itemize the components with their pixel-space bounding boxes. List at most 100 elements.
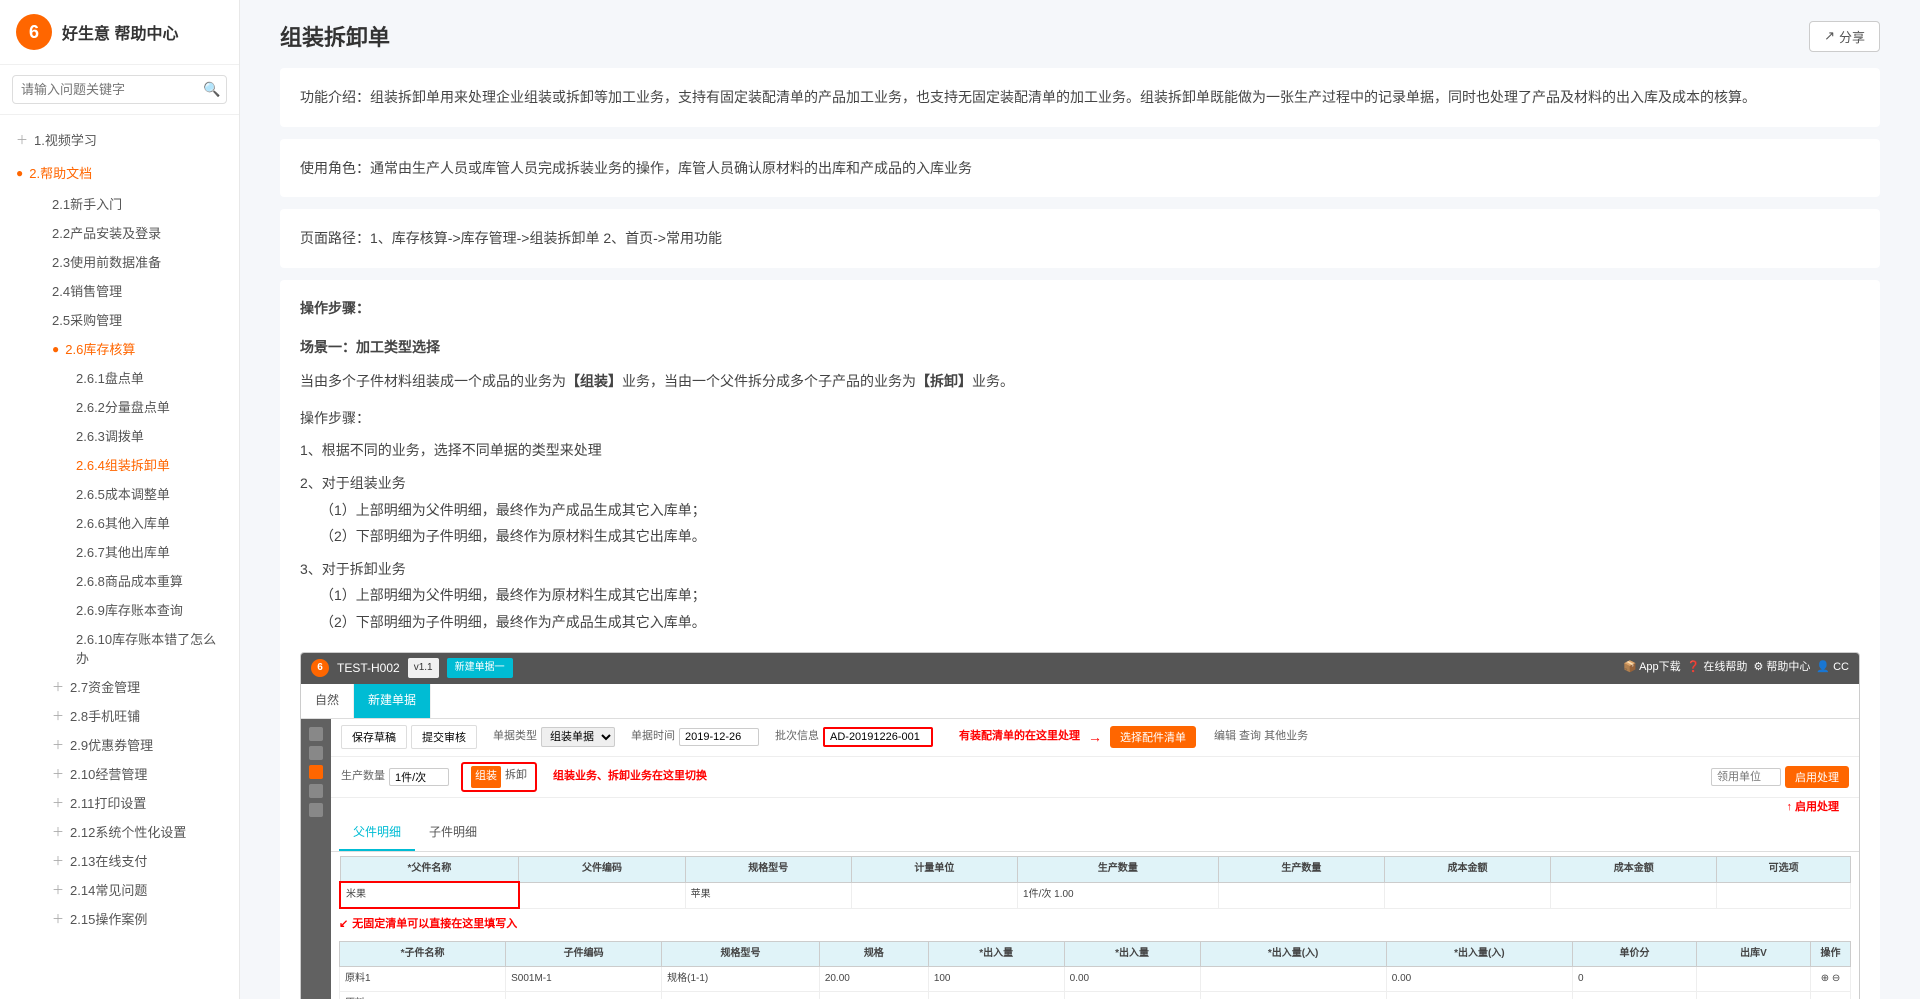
td-child-name-1: 原料1: [340, 966, 506, 991]
screenshot-container: 6 TEST-H002 v1.1 新建单据一 📦 App下载 ❓ 在线帮助 ⚙ …: [300, 652, 1860, 999]
ss-top-right: 📦 App下载 ❓ 在线帮助 ⚙ 帮助中心 👤 CC: [1623, 658, 1849, 678]
ss-tab-child[interactable]: 子件明细: [415, 817, 491, 851]
ss-doctype-select[interactable]: 组装单据 拆卸单据: [541, 727, 615, 747]
sidebar-item-211[interactable]: ＋ 2.11打印设置: [20, 788, 239, 817]
th-child-name: *子件名称: [340, 941, 506, 966]
ss-nav-icon-2: [309, 746, 323, 760]
ss-nav-tabs: 自然 新建单据: [301, 684, 1859, 719]
th-child-price: 单价分: [1572, 941, 1696, 966]
sidebar-item-videos[interactable]: ＋ 1.视频学习: [0, 123, 239, 156]
step2-sub1: （1）上部明细为父件明细，最终作为产成品生成其它入库单；: [320, 497, 1860, 524]
ss-left-nav: [301, 719, 331, 999]
sidebar: 6 好生意 帮助中心 🔍 ＋ 1.视频学习 ● 2.帮助文档 2.1新手入门 2…: [0, 0, 240, 999]
ss-logo: 6: [311, 659, 329, 677]
sidebar-item-266[interactable]: 2.6.6其他入库单: [36, 508, 239, 537]
sidebar-item-269[interactable]: 2.6.9库存账本查询: [36, 595, 239, 624]
sidebar-item-22[interactable]: 2.2产品安装及登录: [20, 218, 239, 247]
sidebar-item-265[interactable]: 2.6.5成本调整单: [36, 479, 239, 508]
ss-bottom-table-body: 原料1 S001M-1 规格(1-1) 20.00 100 0.00 0.00: [340, 966, 1851, 999]
td-child-spec2-2: 20.00: [819, 991, 928, 999]
ss-save-btn[interactable]: 保存草稿: [341, 725, 407, 749]
td-qty2: [1218, 882, 1384, 908]
td-child-qty3-1: [1200, 966, 1386, 991]
sidebar-item-docs[interactable]: ● 2.帮助文档: [0, 156, 239, 189]
td-spec: 苹果: [685, 882, 851, 908]
ss-unit-input[interactable]: [1711, 768, 1781, 786]
sidebar-item-214[interactable]: ＋ 2.14常见问题: [20, 875, 239, 904]
sidebar-item-268[interactable]: 2.6.8商品成本重算: [36, 566, 239, 595]
sidebar-item-215[interactable]: ＋ 2.15操作案例: [20, 904, 239, 933]
page-title: 组装拆卸单: [280, 20, 390, 52]
intro-path-block: 页面路径：1、库存核算->库存管理->组装拆卸单 2、首页->常用功能: [280, 209, 1880, 268]
logo-icon: 6: [16, 14, 52, 50]
td-child-qty1-2: [928, 991, 1064, 999]
ss-field-batch: 批次信息: [775, 727, 933, 747]
ss-form-area: 保存草稿 提交审核 单据类型 组装单据 拆卸单据: [331, 719, 1859, 999]
ss-new-doc-btn[interactable]: 新建单据一: [447, 658, 513, 678]
sidebar-item-261[interactable]: 2.6.1盘点单: [36, 363, 239, 392]
sidebar-item-29[interactable]: ＋ 2.9优惠券管理: [20, 730, 239, 759]
sidebar-item-212[interactable]: ＋ 2.12系统个性化设置: [20, 817, 239, 846]
ss-bottom-table: *子件名称 子件编码 规格型号 规格 *出入量 *出入量 *出入量(入) *出入…: [339, 941, 1851, 999]
sidebar-item-2610[interactable]: 2.6.10库存账本错了怎么办: [36, 624, 239, 672]
td-child-code-2: [506, 991, 662, 999]
ss-batch-input[interactable]: [823, 727, 933, 747]
ss-annotation-process: ↑ 启用处理: [331, 798, 1859, 818]
intro-role-text: 使用角色：通常由生产人员或库管人员完成拆装业务的操作，库管人员确认原材料的出库和…: [300, 155, 1860, 182]
th-child-qty4: *出入量(入): [1386, 941, 1572, 966]
td-unit: [851, 882, 1017, 908]
expand-icon-210: ＋: [52, 765, 64, 782]
main-content: 组装拆卸单 ↗ 分享 功能介绍：组装拆卸单用来处理企业组装或拆卸等加工业务，支持…: [240, 0, 1920, 999]
td-child-spec2-1: 20.00: [819, 966, 928, 991]
ss-submit-btn[interactable]: 提交审核: [411, 725, 477, 749]
td-child-spec-1: 规格(1-1): [662, 966, 820, 991]
td-parent-code: [519, 882, 685, 908]
scenario1-steps-title: 操作步骤：: [300, 405, 1860, 432]
ss-title-left: 6 TEST-H002 v1.1 新建单据一: [311, 658, 513, 680]
td-cost1: [1384, 882, 1550, 908]
td-child-qty2-2: 0.00: [1064, 991, 1200, 999]
ss-select-bom-btn[interactable]: 选择配件清单: [1110, 726, 1196, 748]
td-child-qty2-1: 0.00: [1064, 966, 1200, 991]
intro-path-text: 页面路径：1、库存核算->库存管理->组装拆卸单 2、首页->常用功能: [300, 225, 1860, 252]
sidebar-item-23[interactable]: 2.3使用前数据准备: [20, 247, 239, 276]
ss-tab-parent[interactable]: 父件明细: [339, 817, 415, 851]
td-child-qty3-2: 0.00: [1200, 991, 1386, 999]
ss-nav-icon-3: [309, 765, 323, 779]
td-child-price-2: 0: [1572, 991, 1696, 999]
expand-icon-27: ＋: [52, 678, 64, 695]
ss-nav-icon-4: [309, 784, 323, 798]
ss-qty-input[interactable]: [389, 768, 449, 786]
ss-appstore-icon: 📦 App下载: [1623, 658, 1681, 678]
ss-annotation-bom: ↙ 无固定清单可以直接在这里填写入: [331, 913, 1859, 937]
sidebar-item-210[interactable]: ＋ 2.10经营管理: [20, 759, 239, 788]
sidebar-item-267[interactable]: 2.6.7其他出库单: [36, 537, 239, 566]
ss-type-select-box[interactable]: 组装 拆卸: [461, 762, 537, 792]
sidebar-item-213[interactable]: ＋ 2.13在线支付: [20, 846, 239, 875]
search-box: 🔍: [12, 75, 227, 104]
ss-enable-area: 启用处理: [1711, 766, 1849, 788]
sidebar-item-24[interactable]: 2.4销售管理: [20, 276, 239, 305]
sidebar-item-263[interactable]: 2.6.3调拨单: [36, 421, 239, 450]
ss-tab-new-doc[interactable]: 新建单据: [354, 684, 431, 718]
sidebar-item-21[interactable]: 2.1新手入门: [20, 189, 239, 218]
ss-date-input[interactable]: [679, 728, 759, 746]
td-child-action-1: ⊕ ⊖: [1811, 966, 1851, 991]
expand-icon-215: ＋: [52, 910, 64, 927]
intro-feature-block: 功能介绍：组装拆卸单用来处理企业组装或拆卸等加工业务，支持有固定装配清单的产品加…: [280, 68, 1880, 127]
ss-tab-home[interactable]: 自然: [301, 684, 354, 718]
ss-process-btn[interactable]: 启用处理: [1785, 766, 1849, 788]
table-row-1: 原料1 S001M-1 规格(1-1) 20.00 100 0.00 0.00: [340, 966, 1851, 991]
sidebar-item-25[interactable]: 2.5采购管理: [20, 305, 239, 334]
sidebar-item-27[interactable]: ＋ 2.7资金管理: [20, 672, 239, 701]
sidebar-item-26[interactable]: ● 2.6库存核算: [20, 334, 239, 363]
sidebar-item-262[interactable]: 2.6.2分量盘点单: [36, 392, 239, 421]
sidebar-item-28[interactable]: ＋ 2.8手机旺铺: [20, 701, 239, 730]
sidebar-item-264[interactable]: 2.6.4组装拆卸单: [36, 450, 239, 479]
ss-user-icon: 👤 CC: [1816, 658, 1849, 678]
ss-top-table: *父件名称 父件编码 规格型号 计量单位 生产数量 生产数量 成本金额 成本金额: [339, 856, 1851, 909]
ss-field-doctype: 单据类型 组装单据 拆卸单据: [493, 727, 615, 747]
search-input[interactable]: [21, 82, 197, 97]
share-button[interactable]: ↗ 分享: [1809, 21, 1880, 52]
sidebar-item-label: 1.视频学习: [34, 130, 97, 149]
